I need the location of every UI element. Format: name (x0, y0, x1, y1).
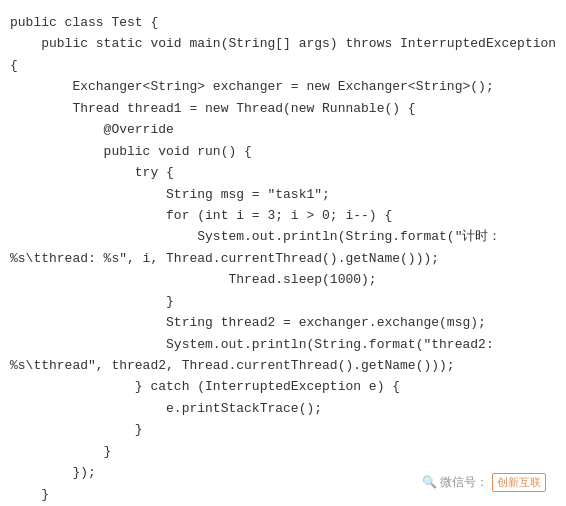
code-line: } (10, 441, 556, 462)
code-line: System.out.println(String.format("计时： (10, 226, 556, 247)
code-line: } catch (InterruptedException e) { (10, 376, 556, 397)
code-line: public void run() { (10, 141, 556, 162)
code-line: System.out.println(String.format("thread… (10, 334, 556, 355)
code-block: public class Test { public static void m… (0, 12, 566, 505)
code-line: @Override (10, 119, 556, 140)
watermark-icon: 🔍 微信号： (422, 474, 488, 491)
code-line: %s\tthread: %s", i, Thread.currentThread… (10, 248, 556, 269)
code-line: Thread thread1 = new Thread(new Runnable… (10, 98, 556, 119)
watermark-brand: 创新互联 (492, 473, 546, 492)
code-line: Thread.sleep(1000); (10, 269, 556, 290)
code-line: String msg = "task1"; (10, 184, 556, 205)
code-line: String thread2 = exchanger.exchange(msg)… (10, 312, 556, 333)
code-line: { (10, 55, 556, 76)
watermark: 🔍 微信号： 创新互联 (422, 473, 546, 492)
code-container: public class Test { public static void m… (0, 0, 566, 506)
code-line: } (10, 419, 556, 440)
code-line: Exchanger<String> exchanger = new Exchan… (10, 76, 556, 97)
code-line: public static void main(String[] args) t… (10, 33, 556, 54)
code-line: public class Test { (10, 12, 556, 33)
code-line: e.printStackTrace(); (10, 398, 556, 419)
code-line: try { (10, 162, 556, 183)
code-line: for (int i = 3; i > 0; i--) { (10, 205, 556, 226)
code-line: } (10, 291, 556, 312)
code-line: %s\tthread", thread2, Thread.currentThre… (10, 355, 556, 376)
